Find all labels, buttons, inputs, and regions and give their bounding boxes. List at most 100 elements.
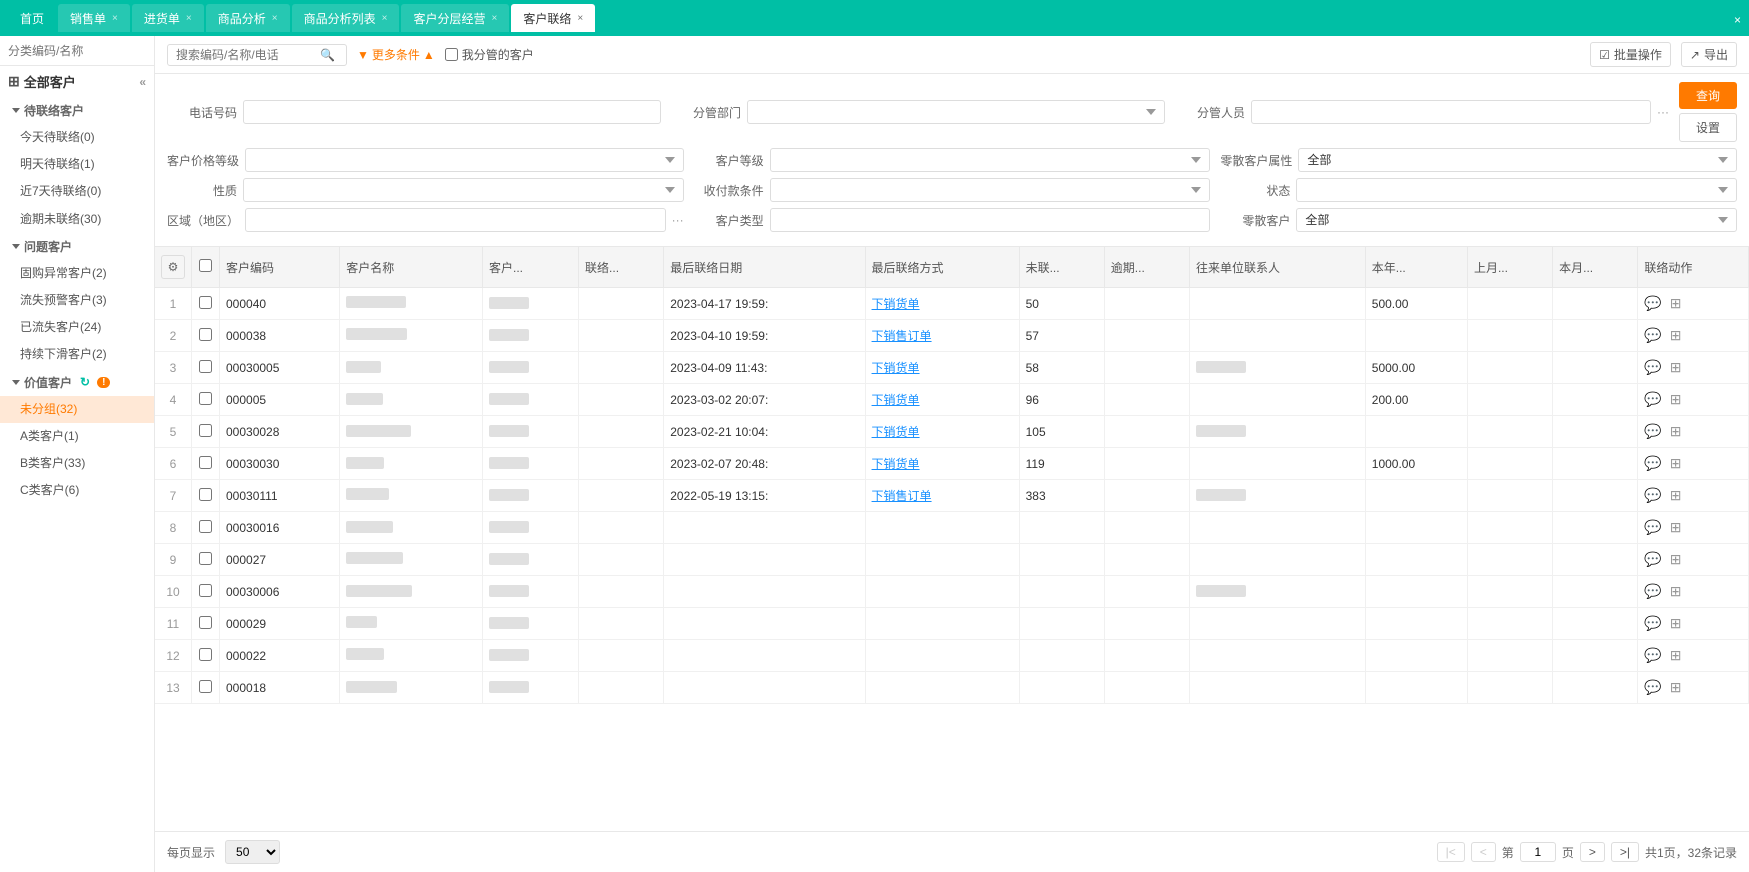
- row-checkbox[interactable]: [199, 616, 212, 629]
- contact-grid-icon[interactable]: ⊞: [1670, 551, 1682, 568]
- nav-tab-customer-contact-close[interactable]: ×: [577, 13, 583, 24]
- row-checkbox[interactable]: [199, 520, 212, 533]
- sidebar-item-class-a[interactable]: A类客户(1): [0, 423, 154, 450]
- sidebar-search-box[interactable]: 🔍: [0, 36, 154, 66]
- contact-chat-icon[interactable]: 💬: [1644, 391, 1661, 408]
- contact-grid-icon[interactable]: ⊞: [1670, 487, 1682, 504]
- manager-input[interactable]: [1251, 100, 1651, 124]
- retail-attr-select[interactable]: 全部: [1298, 148, 1737, 172]
- nav-tab-sales-close[interactable]: ×: [112, 13, 118, 24]
- region-ellipsis[interactable]: ···: [672, 213, 684, 227]
- row-checkbox-cell[interactable]: [192, 352, 220, 384]
- sidebar-search-input[interactable]: [8, 44, 155, 58]
- row-checkbox[interactable]: [199, 680, 212, 693]
- manager-ellipsis[interactable]: ···: [1657, 105, 1669, 119]
- contact-grid-icon[interactable]: ⊞: [1670, 679, 1682, 696]
- nav-tab-customer-contact[interactable]: 客户联络 ×: [511, 4, 595, 32]
- contact-chat-icon[interactable]: 💬: [1644, 679, 1661, 696]
- nav-tab-analysis[interactable]: 商品分析 ×: [206, 4, 290, 32]
- contact-grid-icon[interactable]: ⊞: [1670, 615, 1682, 632]
- row-checkbox[interactable]: [199, 648, 212, 661]
- contact-chat-icon[interactable]: 💬: [1644, 295, 1661, 312]
- row-checkbox[interactable]: [199, 360, 212, 373]
- page-number-input[interactable]: [1520, 842, 1556, 862]
- sidebar-item-declining[interactable]: 持续下滑客户(2): [0, 341, 154, 368]
- sidebar-item-ungrouped[interactable]: 未分组(32): [0, 396, 154, 423]
- row-checkbox[interactable]: [199, 584, 212, 597]
- contact-chat-icon[interactable]: 💬: [1644, 519, 1661, 536]
- reset-button[interactable]: 设置: [1679, 113, 1737, 142]
- export-button[interactable]: ↗ 导出: [1681, 42, 1737, 67]
- dept-select[interactable]: [747, 100, 1165, 124]
- row-checkbox-cell[interactable]: [192, 288, 220, 320]
- contact-chat-icon[interactable]: 💬: [1644, 423, 1661, 440]
- last-page-button[interactable]: >|: [1611, 842, 1639, 862]
- contact-grid-icon[interactable]: ⊞: [1670, 295, 1682, 312]
- row-checkbox-cell[interactable]: [192, 640, 220, 672]
- nav-tab-analysis-close[interactable]: ×: [272, 13, 278, 24]
- contact-grid-icon[interactable]: ⊞: [1670, 455, 1682, 472]
- row-checkbox-cell[interactable]: [192, 480, 220, 512]
- sidebar-problem-customer-group[interactable]: 问题客户: [0, 233, 154, 260]
- contact-grid-icon[interactable]: ⊞: [1670, 647, 1682, 664]
- sidebar-item-churned[interactable]: 已流失客户(24): [0, 314, 154, 341]
- contact-grid-icon[interactable]: ⊞: [1670, 423, 1682, 440]
- sidebar-item-today-pending[interactable]: 今天待联络(0): [0, 124, 154, 151]
- close-all-button[interactable]: ×: [1734, 8, 1741, 29]
- nav-tab-analysis-list[interactable]: 商品分析列表 ×: [292, 4, 400, 32]
- prev-page-button[interactable]: <: [1471, 842, 1496, 862]
- nav-tab-home[interactable]: 首页: [8, 4, 56, 32]
- refresh-icon[interactable]: ↻: [80, 375, 90, 389]
- sidebar-collapse-button[interactable]: «: [139, 75, 146, 89]
- sidebar-item-class-b[interactable]: B类客户(33): [0, 450, 154, 477]
- contact-grid-icon[interactable]: ⊞: [1670, 519, 1682, 536]
- next-page-button[interactable]: >: [1580, 842, 1605, 862]
- status-select[interactable]: [1296, 178, 1737, 202]
- batch-operation-button[interactable]: ☑ 批量操作: [1590, 42, 1671, 67]
- contact-chat-icon[interactable]: 💬: [1644, 583, 1661, 600]
- nav-tab-analysis-list-close[interactable]: ×: [382, 13, 388, 24]
- contact-chat-icon[interactable]: 💬: [1644, 327, 1661, 344]
- nav-tab-purchase[interactable]: 进货单 ×: [132, 4, 204, 32]
- price-level-select[interactable]: [245, 148, 684, 172]
- row-checkbox[interactable]: [199, 296, 212, 309]
- query-button[interactable]: 查询: [1679, 82, 1737, 109]
- contact-chat-icon[interactable]: 💬: [1644, 487, 1661, 504]
- contact-grid-icon[interactable]: ⊞: [1670, 327, 1682, 344]
- row-checkbox-cell[interactable]: [192, 384, 220, 416]
- my-customer-checkbox[interactable]: [445, 48, 458, 61]
- contact-grid-icon[interactable]: ⊞: [1670, 391, 1682, 408]
- row-checkbox-cell[interactable]: [192, 512, 220, 544]
- nature-select[interactable]: [243, 178, 684, 202]
- row-checkbox-cell[interactable]: [192, 576, 220, 608]
- row-checkbox[interactable]: [199, 424, 212, 437]
- phone-input[interactable]: [243, 100, 661, 124]
- customer-type-input[interactable]: [770, 208, 1211, 232]
- row-checkbox-cell[interactable]: [192, 544, 220, 576]
- row-checkbox-cell[interactable]: [192, 608, 220, 640]
- table-settings-icon[interactable]: ⚙: [161, 255, 185, 279]
- search-box[interactable]: 🔍: [167, 44, 347, 66]
- sidebar-item-tomorrow-pending[interactable]: 明天待联络(1): [0, 151, 154, 178]
- contact-chat-icon[interactable]: 💬: [1644, 647, 1661, 664]
- nav-tab-customer-tier[interactable]: 客户分层经营 ×: [401, 4, 509, 32]
- contact-chat-icon[interactable]: 💬: [1644, 615, 1661, 632]
- nav-tab-sales[interactable]: 销售单 ×: [58, 4, 130, 32]
- sidebar-item-7day-pending[interactable]: 近7天待联络(0): [0, 178, 154, 205]
- contact-chat-icon[interactable]: 💬: [1644, 551, 1661, 568]
- my-customer-filter[interactable]: 我分管的客户: [445, 46, 534, 63]
- nav-tab-purchase-close[interactable]: ×: [186, 13, 192, 24]
- region-input[interactable]: [245, 208, 666, 232]
- row-checkbox-cell[interactable]: [192, 416, 220, 448]
- page-size-select[interactable]: 50 100 200: [225, 840, 280, 864]
- sidebar-item-abnormal-purchase[interactable]: 固购异常客户(2): [0, 260, 154, 287]
- contact-grid-icon[interactable]: ⊞: [1670, 359, 1682, 376]
- contact-chat-icon[interactable]: 💬: [1644, 455, 1661, 472]
- row-checkbox[interactable]: [199, 488, 212, 501]
- row-checkbox[interactable]: [199, 328, 212, 341]
- row-checkbox-cell[interactable]: [192, 672, 220, 704]
- row-checkbox[interactable]: [199, 392, 212, 405]
- customer-level-select[interactable]: [770, 148, 1211, 172]
- sidebar-all-customers[interactable]: ⊞ 全部客户 «: [0, 66, 154, 97]
- search-input[interactable]: [176, 48, 316, 62]
